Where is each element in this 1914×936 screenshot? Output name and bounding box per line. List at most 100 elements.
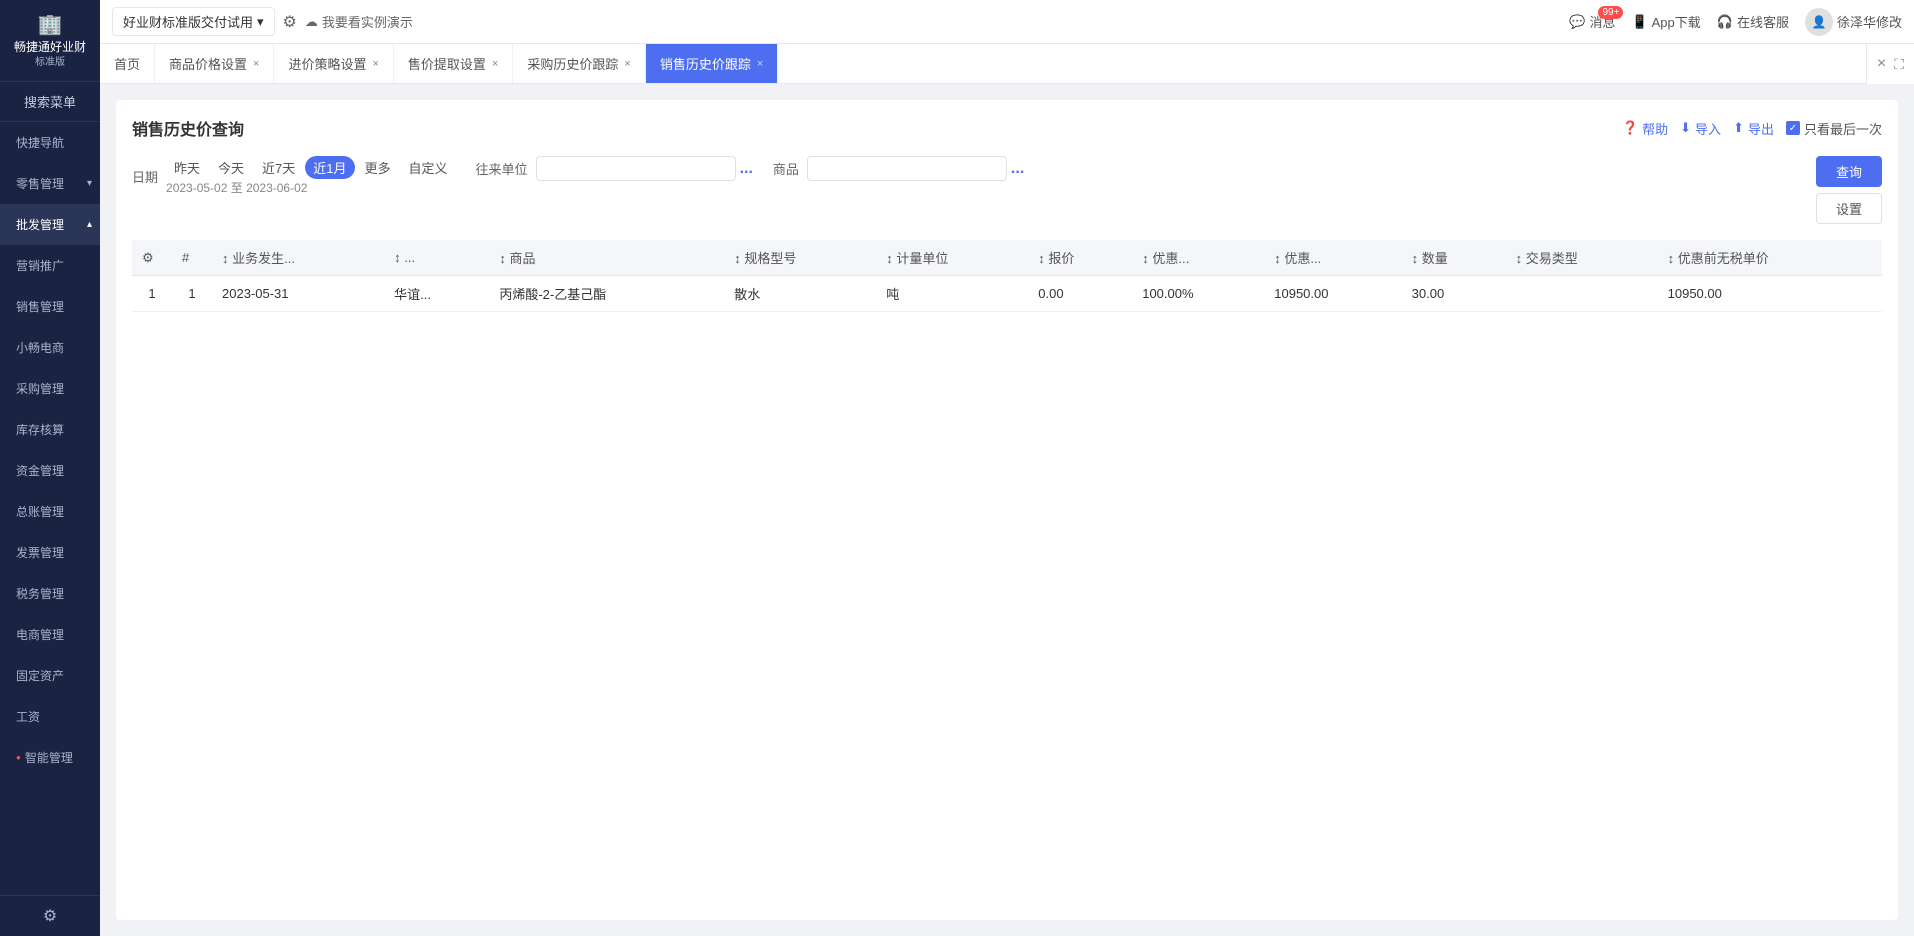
date-btn-today[interactable]: 今天 [210,156,252,179]
import-icon: ⬇ [1680,120,1691,136]
sidebar-item-payroll[interactable]: 工资 [0,696,100,737]
online-service-label: 在线客服 [1737,12,1789,31]
cell-discount1: 100.00% [1132,276,1264,312]
topbar: 好业财标准版交付试用 ▾ ⚙ ☁ 我要看实例演示 💬 消息 99+ 📱 App下… [100,0,1914,44]
tab-home-label: 首页 [114,54,140,73]
sidebar-item-marketing[interactable]: 营销推广 [0,245,100,286]
sidebar-item-general-label: 总账管理 [16,503,92,520]
cell-date: 2023-05-31 [212,276,384,312]
date-range-display: 2023-05-02 至 2023-06-02 [166,179,456,196]
product-dots-button[interactable]: ... [1011,160,1024,178]
source-dots-button[interactable]: ... [740,160,753,178]
col-qty[interactable]: ↕ 数量 [1402,240,1506,276]
message-button[interactable]: 💬 消息 99+ [1569,12,1615,31]
tab-purchase-strategy-close[interactable]: × [372,58,378,70]
col-c3[interactable]: ↕ ... [384,240,489,276]
tabs-wrapper: 首页 商品价格设置 × 进价策略设置 × 售价提取设置 × 采购历史价跟踪 × … [100,44,1914,84]
date-btn-7days[interactable]: 近7天 [254,156,303,179]
col-trans-type[interactable]: ↕ 交易类型 [1506,240,1658,276]
tab-close-icon[interactable]: × [1877,55,1886,73]
app-download-button[interactable]: 📱 App下载 [1631,12,1700,31]
date-btn-custom[interactable]: 自定义 [401,156,456,179]
user-name: 徐泽华修改 [1837,12,1902,31]
import-label: 导入 [1695,119,1721,138]
tab-purchase-history-close[interactable]: × [624,58,630,70]
company-name: 好业财标准版交付试用 [123,12,253,31]
col-tax-price[interactable]: ↕ 优惠前无税单价 [1658,240,1882,276]
tab-sales-history-close[interactable]: × [757,58,763,70]
col-unit[interactable]: ↕ 计量单位 [876,240,1028,276]
cell-index: 1 [172,276,212,312]
demo-link[interactable]: ☁ 我要看实例演示 [305,12,413,31]
sidebar-item-ecommerce-small[interactable]: 小畅电商 [0,327,100,368]
col-spec[interactable]: ↕ 规格型号 [724,240,876,276]
message-icon: 💬 [1569,14,1585,30]
only-last-checkbox[interactable]: ✓ 只看最后一次 [1786,119,1882,138]
date-btn-more[interactable]: 更多 [357,156,399,179]
tab-expand-icon[interactable]: ⛶ [1894,56,1904,73]
sidebar-item-assets[interactable]: 固定资产 [0,655,100,696]
col-gear[interactable]: ⚙ [132,240,172,276]
sidebar-item-ecommerce[interactable]: 电商管理 [0,614,100,655]
query-button[interactable]: 查询 [1816,156,1882,187]
sidebar-item-invoice[interactable]: 发票管理 [0,532,100,573]
col-product[interactable]: ↕ 商品 [489,240,724,276]
col-date[interactable]: ↕ 业务发生... [212,240,384,276]
sidebar-item-quick-nav[interactable]: 快捷导航 [0,122,100,163]
company-selector[interactable]: 好业财标准版交付试用 ▾ [112,7,275,36]
sidebar-item-inventory[interactable]: 库存核算 [0,409,100,450]
col-discount2[interactable]: ↕ 优惠... [1264,240,1401,276]
sidebar-item-smart[interactable]: 智能管理 [0,737,100,778]
sidebar-item-general[interactable]: 总账管理 [0,491,100,532]
cell-num: 1 [132,276,172,312]
phone-icon: 📱 [1631,14,1647,30]
sidebar-item-finance[interactable]: 资金管理 [0,450,100,491]
online-service-button[interactable]: 🎧 在线客服 [1717,12,1789,31]
tab-home[interactable]: 首页 [100,44,155,84]
date-btn-yesterday[interactable]: 昨天 [166,156,208,179]
page-header: 销售历史价查询 ❓ 帮助 ⬇ 导入 ⬆ 导出 ✓ [132,116,1882,140]
export-label: 导出 [1748,119,1774,138]
col-spec-label: ↕ 规格型号 [734,251,796,266]
sidebar-item-retail[interactable]: 零售管理 ▾ [0,163,100,204]
col-tax-price-label: ↕ 优惠前无税单价 [1668,251,1769,266]
message-badge: 99+ [1598,6,1623,19]
date-btn-1month[interactable]: 近1月 [305,156,354,179]
tab-sale-extract-close[interactable]: × [492,58,498,70]
sidebar-logo: 🏢 畅捷通好业财 标准版 [0,0,100,82]
help-label: 帮助 [1642,119,1668,138]
table-body: 1 1 2023-05-31 华谊... 丙烯酸-2-乙基己酯 散水 吨 0.0… [132,276,1882,312]
col-price[interactable]: ↕ 报价 [1028,240,1132,276]
user-info[interactable]: 👤 徐泽华修改 [1805,8,1902,36]
sidebar-footer-settings[interactable]: ⚙ [0,895,100,936]
col-discount1[interactable]: ↕ 优惠... [1132,240,1264,276]
source-input[interactable] [536,156,736,181]
chevron-icon-retail: ▾ [87,178,92,189]
help-link[interactable]: ❓ 帮助 [1622,119,1668,138]
cell-qty: 30.00 [1402,276,1506,312]
product-input[interactable] [807,156,1007,181]
import-link[interactable]: ⬇ 导入 [1680,119,1721,138]
tab-purchase-history[interactable]: 采购历史价跟踪 × [513,44,645,84]
sidebar-item-invoice-label: 发票管理 [16,544,92,561]
col-date-label: ↕ 业务发生... [222,251,295,266]
sidebar-item-ecommerce-label: 电商管理 [16,626,92,643]
sidebar-search[interactable]: 搜索菜单 [0,82,100,122]
tab-price[interactable]: 商品价格设置 × [155,44,274,84]
tab-sales-history[interactable]: 销售历史价跟踪 × [646,44,778,84]
sidebar-item-purchase[interactable]: 采购管理 [0,368,100,409]
main-content: 好业财标准版交付试用 ▾ ⚙ ☁ 我要看实例演示 💬 消息 99+ 📱 App下… [100,0,1914,936]
sidebar-item-wholesale[interactable]: 批发管理 ▴ [0,204,100,245]
question-icon: ❓ [1622,120,1638,136]
export-link[interactable]: ⬆ 导出 [1733,119,1774,138]
sidebar-item-sales[interactable]: 销售管理 [0,286,100,327]
date-buttons: 昨天 今天 近7天 近1月 更多 自定义 [166,156,456,179]
settings-button[interactable]: 设置 [1816,193,1882,224]
topbar-settings-icon[interactable]: ⚙ [283,12,297,32]
tab-purchase-strategy[interactable]: 进价策略设置 × [274,44,393,84]
tab-price-close[interactable]: × [253,58,259,70]
sidebar-item-tax[interactable]: 税务管理 [0,573,100,614]
tab-sale-extract[interactable]: 售价提取设置 × [394,44,513,84]
chevron-icon-wholesale: ▴ [87,219,92,230]
table-header: ⚙ # ↕ 业务发生... ↕ ... ↕ 商品 ↕ 规格型号 [132,240,1882,276]
